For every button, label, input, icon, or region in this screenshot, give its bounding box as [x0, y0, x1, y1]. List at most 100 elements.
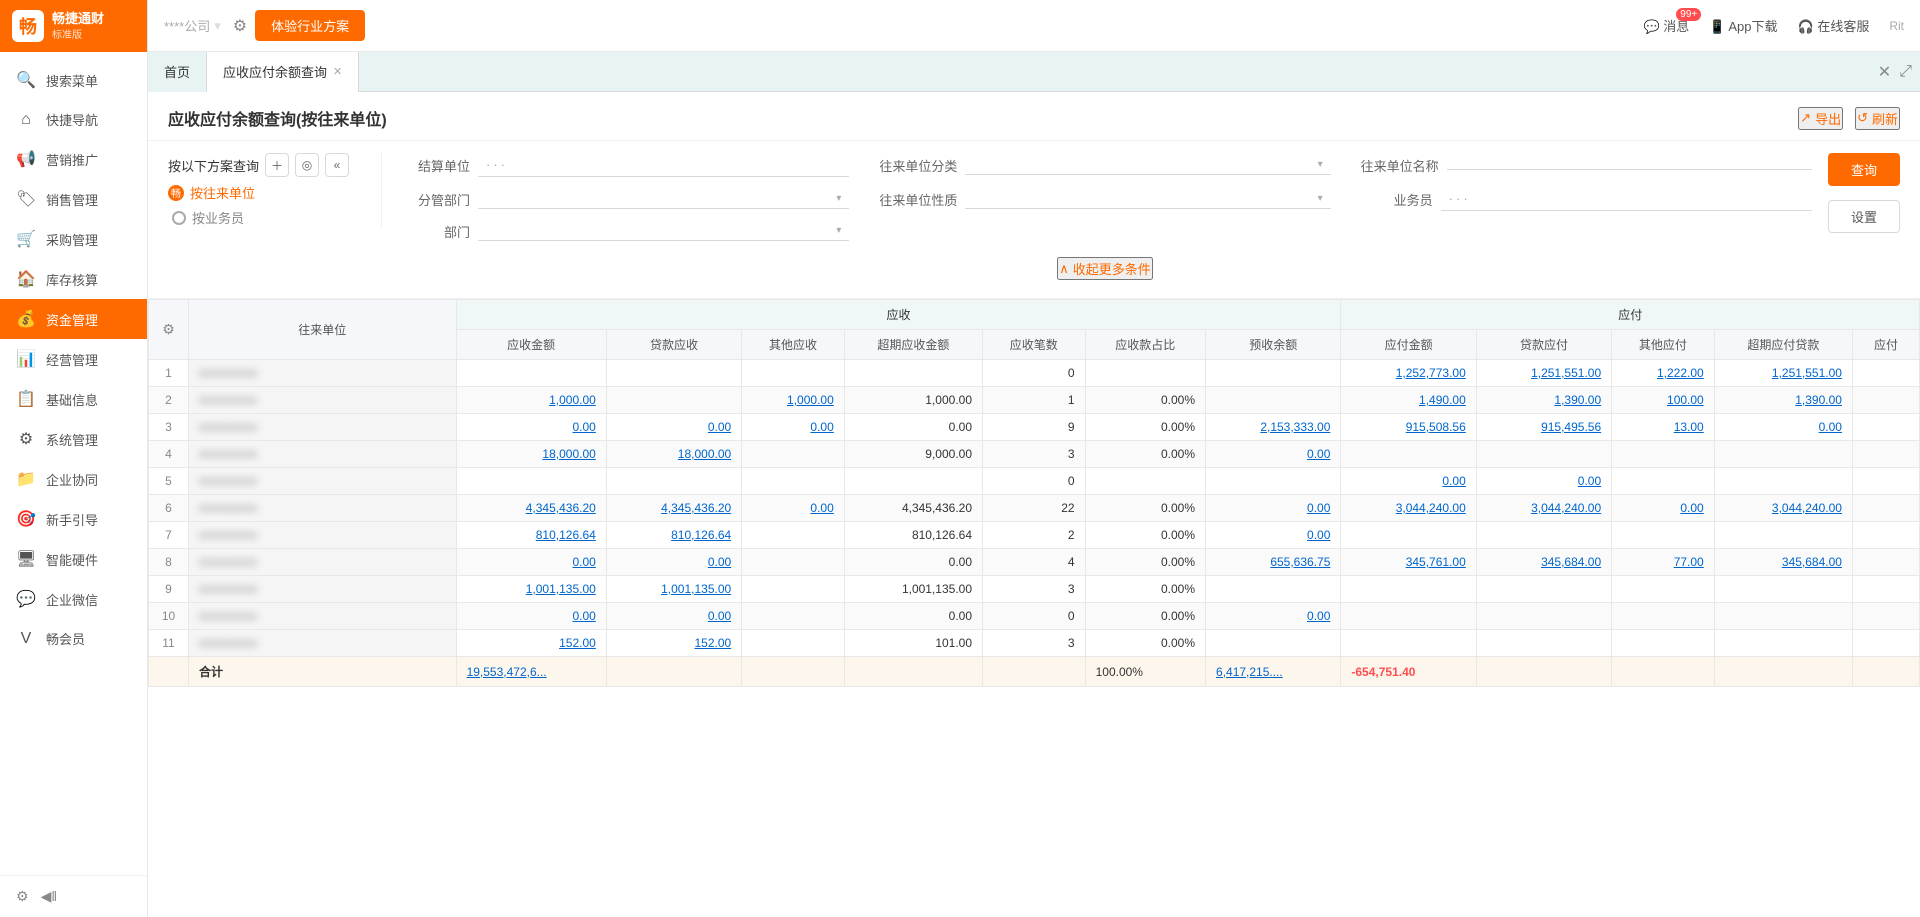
- collapse-footer-btn[interactable]: ◀‖: [41, 888, 58, 905]
- footer-ap-total: -654,751.40: [1341, 657, 1476, 687]
- basic-icon: 📋: [16, 389, 36, 409]
- messages-badge-container[interactable]: 💬 消息 99+: [1643, 16, 1689, 35]
- page-header-actions: ↗ 导出 ↺ 刷新: [1798, 107, 1900, 130]
- filter-input-partner-name[interactable]: [1447, 161, 1812, 170]
- refresh-btn[interactable]: ↺ 刷新: [1855, 107, 1900, 130]
- table-row: 10■■■■■■■■0.000.000.0000.00%0.00: [149, 603, 1920, 630]
- app-download-btn[interactable]: 📱 App下载: [1709, 16, 1777, 35]
- finance-icon: 💰: [16, 309, 36, 329]
- sidebar-item-system[interactable]: ⚙系统管理: [0, 419, 147, 459]
- th-group-ap: 应付: [1341, 300, 1920, 330]
- sidebar-item-sales[interactable]: 🏷销售管理: [0, 179, 147, 219]
- logo-icon: 畅: [12, 10, 44, 42]
- filter-settlement-unit: 结算单位 ···: [398, 153, 849, 177]
- sidebar-item-operations[interactable]: 📊经营管理: [0, 339, 147, 379]
- tab-close-window-btn[interactable]: ✕: [1878, 62, 1891, 82]
- query-btn[interactable]: 查询: [1828, 153, 1900, 186]
- filter-partner-category: 往来单位分类 ▾: [879, 153, 1330, 177]
- filter-input-dept[interactable]: ▾: [478, 189, 849, 209]
- settings-scheme-btn[interactable]: ◎: [295, 153, 319, 177]
- sidebar-item-wechat[interactable]: 💬企业微信: [0, 579, 147, 619]
- collapse-scheme-btn[interactable]: «: [325, 153, 349, 177]
- sidebar: 畅 畅捷通财 标准版 🔍搜索菜单⌂快捷导航📢营销推广🏷销售管理🛒采购管理🏠库存核…: [0, 0, 148, 917]
- tab-home[interactable]: 首页: [148, 52, 207, 92]
- topbar-breadcrumb: ****公司 ▾: [164, 16, 221, 35]
- sidebar-item-member[interactable]: V畅会员: [0, 619, 147, 658]
- th-ar-other: 其他应收: [742, 330, 845, 360]
- export-btn[interactable]: ↗ 导出: [1798, 107, 1843, 130]
- sidebar-label-nav: 快捷导航: [46, 110, 98, 129]
- table-row: 9■■■■■■■■1,001,135.001,001,135.001,001,1…: [149, 576, 1920, 603]
- footer-ar-total[interactable]: 19,553,472,6...: [456, 657, 606, 687]
- filter-by-partner[interactable]: 畅 按往来单位: [168, 183, 365, 202]
- table-body: 1■■■■■■■■01,252,773.001,251,551.001,222.…: [149, 360, 1920, 657]
- th-ap-loan: 贷款应付: [1476, 330, 1611, 360]
- sidebar-label-marketing: 营销推广: [46, 150, 98, 169]
- setting-btn[interactable]: 设置: [1828, 200, 1900, 233]
- settings-footer-btn[interactable]: ⚙: [16, 888, 29, 905]
- add-scheme-btn[interactable]: ＋: [265, 153, 289, 177]
- sidebar-item-basic[interactable]: 📋基础信息: [0, 379, 147, 419]
- sidebar-label-guide: 新手引导: [46, 510, 98, 529]
- sidebar-label-enterprise: 企业协同: [46, 470, 98, 489]
- footer-ar-prepay[interactable]: 6,417,215....: [1206, 657, 1341, 687]
- sidebar-label-finance: 资金管理: [46, 310, 98, 329]
- sidebar-item-finance[interactable]: 💰 资金管理: [0, 299, 147, 339]
- th-ar-loan: 贷款应收: [606, 330, 741, 360]
- filter-input-salesperson[interactable]: ···: [1441, 187, 1812, 211]
- tab-ar-ap[interactable]: 应收应付余额查询 ✕: [207, 52, 359, 92]
- filter-label-salesperson: 业务员: [1361, 190, 1433, 209]
- sidebar-item-marketing[interactable]: 📢 营销推广: [0, 139, 147, 179]
- online-service-btn[interactable]: 🎧 在线客服: [1798, 16, 1870, 35]
- wechat-icon: 💬: [16, 589, 36, 609]
- footer-ap-loan: [1476, 657, 1611, 687]
- sidebar-item-enterprise[interactable]: 📁 企业协同: [0, 459, 147, 499]
- sidebar-item-search[interactable]: 🔍搜索菜单: [0, 60, 147, 100]
- table-row: 5■■■■■■■■00.000.00: [149, 468, 1920, 495]
- filter-partner-nature: 往来单位性质 ▾: [879, 187, 1330, 211]
- footer-ar-overdue: [844, 657, 982, 687]
- table-row: 8■■■■■■■■0.000.000.0040.00%655,636.75345…: [149, 549, 1920, 576]
- hardware-icon: 🖥: [16, 549, 36, 569]
- solution-btn[interactable]: 体验行业方案: [255, 10, 365, 41]
- filter-salesperson: 业务员 ···: [1361, 187, 1812, 211]
- tab-maximize-btn[interactable]: ⤢: [1899, 63, 1912, 81]
- sidebar-item-hardware[interactable]: 🖥 智能硬件: [0, 539, 147, 579]
- th-settings[interactable]: ⚙: [149, 300, 189, 360]
- topbar-right: 💬 消息 99+ 📱 App下载 🎧 在线客服 Rit: [1643, 16, 1904, 35]
- gear-icon[interactable]: ⚙: [233, 16, 247, 36]
- filter-input-nature[interactable]: ▾: [965, 189, 1330, 209]
- footer-ar-loan: [606, 657, 741, 687]
- enterprise-icon: 📁: [16, 469, 36, 489]
- marketing-icon: 📢: [16, 149, 36, 169]
- tab-close-btn[interactable]: ✕: [333, 65, 342, 78]
- table-row: 7■■■■■■■■810,126.64810,126.64810,126.642…: [149, 522, 1920, 549]
- main-content: 应收应付余额查询(按往来单位) ↗ 导出 ↺ 刷新 按以下方案查询 ＋ ◎ «: [148, 92, 1920, 917]
- th-ar-ratio: 应收款占比: [1085, 330, 1205, 360]
- filter-label-partner-name: 往来单位名称: [1361, 156, 1439, 175]
- table-row: 11■■■■■■■■152.00152.00101.0030.00%: [149, 630, 1920, 657]
- sidebar-label-purchase: 采购管理: [46, 230, 98, 249]
- filter-input-partner-cat[interactable]: ▾: [965, 155, 1330, 175]
- filter-label-partner-cat: 往来单位分类: [879, 156, 957, 175]
- user-display: Rit: [1889, 19, 1904, 33]
- scheme-label-group: 按以下方案查询 ＋ ◎ «: [168, 153, 349, 177]
- filter-label-dept: 分管部门: [398, 190, 470, 209]
- nav-icon: ⌂: [16, 111, 36, 129]
- sidebar-item-purchase[interactable]: 🛒采购管理: [0, 219, 147, 259]
- sidebar-item-nav[interactable]: ⌂ 快捷导航: [0, 100, 147, 139]
- sidebar-item-guide[interactable]: 🎯新手引导: [0, 499, 147, 539]
- export-icon: ↗: [1800, 110, 1811, 126]
- filter-input-settlement[interactable]: ···: [478, 153, 849, 177]
- sidebar-label-member: 畅会员: [46, 629, 85, 648]
- collapse-btn[interactable]: ∧ 收起更多条件: [1057, 257, 1153, 280]
- filter-by-salesperson[interactable]: 按业务员: [172, 208, 365, 227]
- sidebar-item-inventory[interactable]: 🏠库存核算: [0, 259, 147, 299]
- table-settings-icon[interactable]: ⚙: [162, 321, 175, 337]
- filter-input-dept2[interactable]: ▾: [478, 221, 849, 241]
- active-dot: 畅: [168, 185, 184, 201]
- refresh-icon: ↺: [1857, 110, 1868, 126]
- th-ap-overdue: 超期应付贷款: [1714, 330, 1852, 360]
- system-icon: ⚙: [16, 429, 36, 449]
- sidebar-label-hardware: 智能硬件: [46, 550, 98, 569]
